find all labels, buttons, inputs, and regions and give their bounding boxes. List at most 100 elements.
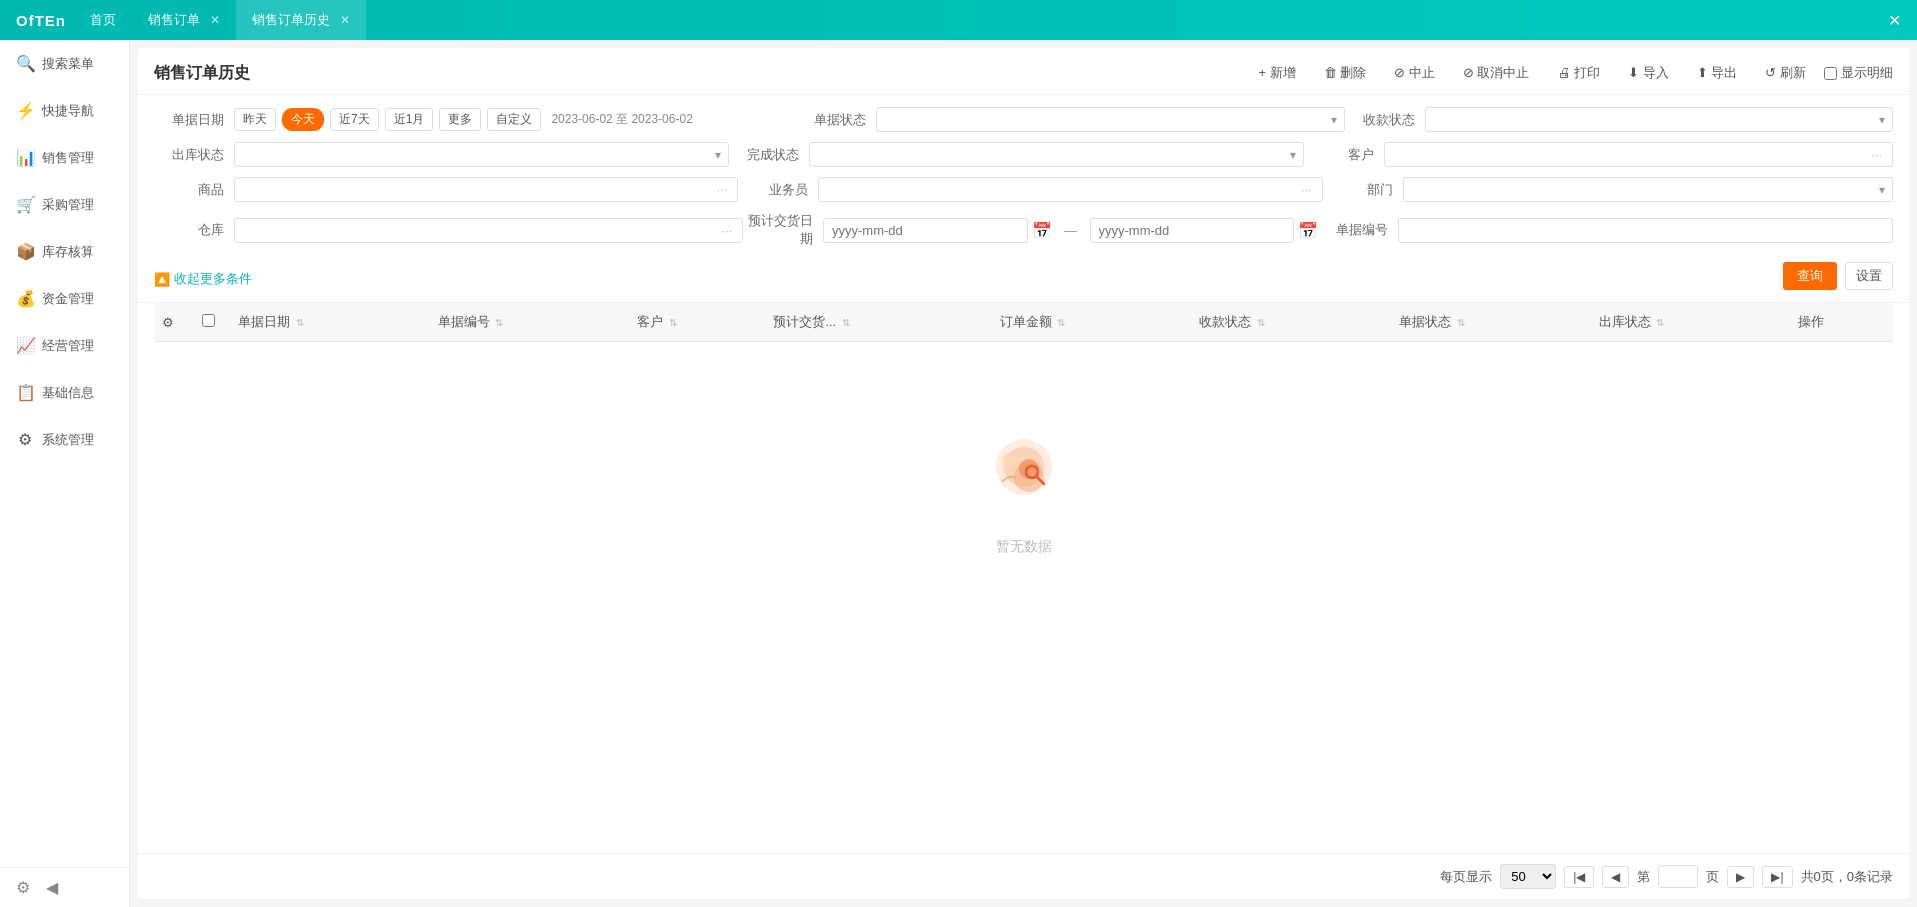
window-close-icon[interactable]: ✕ <box>1888 11 1901 30</box>
customer-input[interactable] <box>1391 143 1867 166</box>
sidebar-item-system[interactable]: ⚙ 系统管理 <box>0 416 129 463</box>
product-label: 商品 <box>154 181 234 199</box>
sidebar-item-operations[interactable]: 📈 经营管理 <box>0 322 129 369</box>
date-btn-custom[interactable]: 自定义 <box>487 108 541 131</box>
sidebar-item-inventory[interactable]: 📦 库存核算 <box>0 228 129 275</box>
product-dots[interactable]: ··· <box>712 182 731 197</box>
salesperson-dots[interactable]: ··· <box>1297 182 1316 197</box>
quick-nav-icon: ⚡ <box>16 101 34 120</box>
empty-illustration <box>974 422 1074 522</box>
sidebar-item-purchase[interactable]: 🛒 采购管理 <box>0 181 129 228</box>
cancel-stop-button[interactable]: ⊘ 取消中止 <box>1453 60 1540 86</box>
export-button[interactable]: ⬆ 导出 <box>1687 60 1748 86</box>
th-outbound-status[interactable]: 出库状态 ⇅ <box>1591 303 1791 342</box>
payment-status-label: 收款状态 <box>1345 111 1425 129</box>
th-settings[interactable]: ⚙ <box>154 303 194 342</box>
calendar-start-icon[interactable]: 📅 <box>1032 221 1052 240</box>
last-page-btn[interactable]: ▶| <box>1762 866 1792 888</box>
operations-icon: 📈 <box>16 336 34 355</box>
tab-sales-history-close[interactable]: ✕ <box>340 13 350 27</box>
import-button[interactable]: ⬇ 导入 <box>1618 60 1679 86</box>
sidebar-item-system-label: 系统管理 <box>42 431 94 449</box>
filter-action-row: 🔼 收起更多条件 查询 设置 <box>154 258 1893 290</box>
filter-row-4: 仓库 ··· 预计交货日期 📅 — 📅 单据编号 <box>154 212 1893 248</box>
date-btn-today[interactable]: 今天 <box>282 108 324 131</box>
sidebar-item-basic-info-label: 基础信息 <box>42 384 94 402</box>
outbound-status-select-wrapper <box>234 142 729 167</box>
calendar-end-icon[interactable]: 📅 <box>1298 221 1318 240</box>
outbound-status-select[interactable] <box>234 142 729 167</box>
tab-home[interactable]: 首页 <box>74 0 132 40</box>
date-btn-yesterday[interactable]: 昨天 <box>234 108 276 131</box>
stop-button[interactable]: ⊘ 中止 <box>1384 60 1445 86</box>
settings-bottom-icon[interactable]: ⚙ <box>16 878 30 897</box>
expected-date-filter-label: 预计交货日期 <box>743 212 823 248</box>
complete-status-select[interactable] <box>809 142 1304 167</box>
display-detail-checkbox[interactable] <box>1824 67 1837 80</box>
refresh-button[interactable]: ↺ 刷新 <box>1755 60 1816 86</box>
date-btn-7days[interactable]: 近7天 <box>330 108 379 131</box>
th-expected-date[interactable]: 预计交货... ⇅ <box>765 303 991 342</box>
page-input[interactable]: 1 <box>1658 865 1698 888</box>
th-payment-status[interactable]: 收款状态 ⇅ <box>1191 303 1391 342</box>
payment-status-select[interactable] <box>1425 107 1893 132</box>
table-section: ⚙ 单据日期 ⇅ 单据编号 ⇅ <box>138 303 1909 853</box>
expected-date-end[interactable] <box>1090 218 1295 243</box>
filter-row-1: 单据日期 昨天 今天 近7天 近1月 更多 自定义 2023-06-02 至 2… <box>154 107 1893 132</box>
total-text: 共0页，0条记录 <box>1801 868 1893 886</box>
warehouse-input-wrapper: ··· <box>234 218 743 243</box>
th-date[interactable]: 单据日期 ⇅ <box>230 303 430 342</box>
select-all-checkbox[interactable] <box>202 314 215 327</box>
tab-sales-history[interactable]: 销售订单历史 ✕ <box>236 0 366 40</box>
th-number[interactable]: 单据编号 ⇅ <box>430 303 630 342</box>
search-buttons: 查询 设置 <box>1783 262 1893 290</box>
display-detail-label: 显示明细 <box>1841 64 1893 82</box>
collapse-sidebar-icon[interactable]: ◀ <box>46 878 58 897</box>
th-order-status[interactable]: 单据状态 ⇅ <box>1391 303 1591 342</box>
expected-date-start[interactable] <box>823 218 1028 243</box>
page-size-select[interactable]: 50 20 100 <box>1500 864 1556 889</box>
first-page-btn[interactable]: |◀ <box>1564 866 1594 888</box>
order-number-input[interactable] <box>1398 218 1893 243</box>
order-status-select[interactable] <box>876 107 1344 132</box>
date-btn-more[interactable]: 更多 <box>439 108 481 131</box>
tab-sales-order-close[interactable]: ✕ <box>210 13 220 27</box>
th-number-label: 单据编号 <box>438 314 490 329</box>
sidebar-bottom: ⚙ ◀ <box>0 867 129 907</box>
th-customer[interactable]: 客户 ⇅ <box>629 303 765 342</box>
display-detail-checkbox-label[interactable]: 显示明细 <box>1824 64 1893 82</box>
warehouse-dots[interactable]: ··· <box>717 223 736 238</box>
tab-bar: 首页 销售订单 ✕ 销售订单历史 ✕ <box>74 0 1872 40</box>
date-btn-1month[interactable]: 近1月 <box>385 108 434 131</box>
sidebar-item-search[interactable]: 🔍 搜索菜单 <box>0 40 129 87</box>
next-page-btn[interactable]: ▶ <box>1727 866 1754 888</box>
settings-filter-button[interactable]: 设置 <box>1845 262 1893 290</box>
page-unit: 页 <box>1706 868 1719 886</box>
delete-button[interactable]: 🗑 删除 <box>1314 60 1377 86</box>
product-input-wrapper: ··· <box>234 177 738 202</box>
search-button[interactable]: 查询 <box>1783 262 1837 290</box>
warehouse-label: 仓库 <box>154 221 234 239</box>
tab-sales-order-label: 销售订单 <box>148 11 200 29</box>
tab-sales-order[interactable]: 销售订单 ✕ <box>132 0 236 40</box>
sidebar-item-sales[interactable]: 📊 销售管理 <box>0 134 129 181</box>
warehouse-input[interactable] <box>241 219 717 242</box>
department-select[interactable] <box>1403 177 1893 202</box>
pagination: 每页显示 50 20 100 |◀ ◀ 第 1 页 ▶ ▶| 共0页，0条记录 <box>138 853 1909 899</box>
th-amount[interactable]: 订单金额 ⇅ <box>992 303 1192 342</box>
toolbar: + 新增 🗑 删除 ⊘ 中止 ⊘ 取消中止 🖨 打印 ⬇ 导入 ⬆ 导出 ↺ 刷… <box>1248 60 1893 86</box>
filter-row-2: 出库状态 完成状态 客户 ··· <box>154 142 1893 167</box>
customer-dots[interactable]: ··· <box>1867 147 1886 162</box>
sidebar-item-quick-nav[interactable]: ⚡ 快捷导航 <box>0 87 129 134</box>
new-button[interactable]: + 新增 <box>1248 60 1305 86</box>
sidebar-item-finance[interactable]: 💰 资金管理 <box>0 275 129 322</box>
salesperson-input[interactable] <box>825 178 1296 201</box>
collapse-link[interactable]: 🔼 收起更多条件 <box>154 264 252 288</box>
sidebar-item-basic-info[interactable]: 📋 基础信息 <box>0 369 129 416</box>
product-input[interactable] <box>241 178 712 201</box>
date-separator: — <box>1056 223 1086 238</box>
print-button[interactable]: 🖨 打印 <box>1548 60 1611 86</box>
prev-page-btn[interactable]: ◀ <box>1602 866 1629 888</box>
page-label: 第 <box>1637 868 1650 886</box>
basic-info-icon: 📋 <box>16 383 34 402</box>
